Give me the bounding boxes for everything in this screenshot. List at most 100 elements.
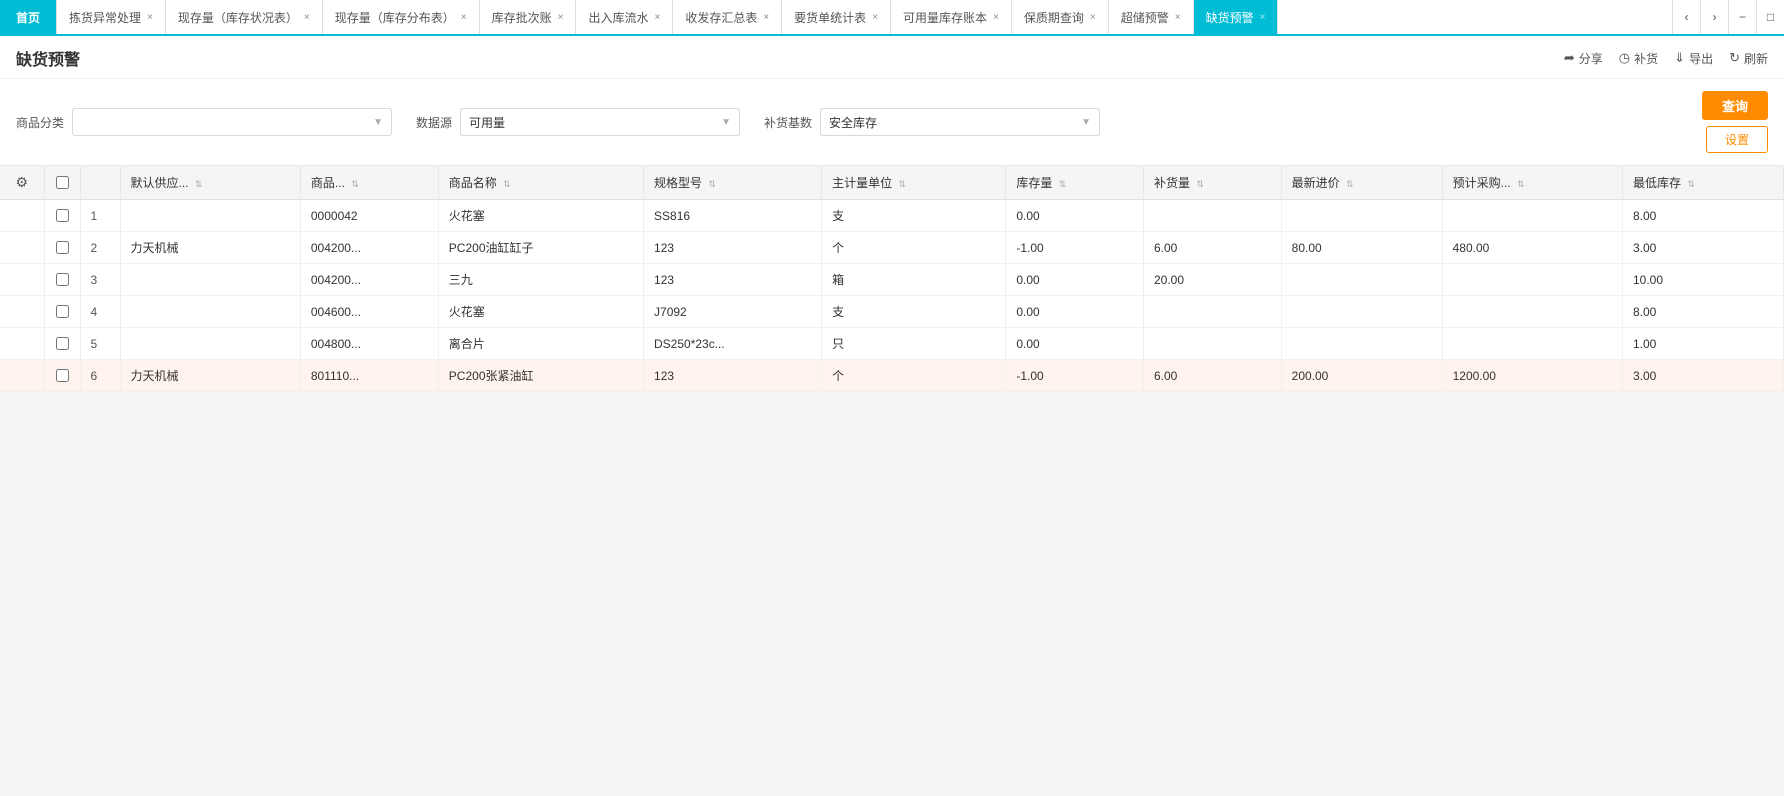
sort-icon-spec: ⇅: [708, 179, 716, 189]
share-icon: ➦: [1564, 50, 1575, 66]
cell-replenish-qty: [1143, 296, 1281, 328]
cell-product-name: PC200张紧油缸: [438, 360, 643, 392]
tab-close-available-ledger[interactable]: ×: [993, 12, 999, 23]
tab-close-shortage-warn[interactable]: ×: [1260, 12, 1266, 23]
tab-close-receipt-summary[interactable]: ×: [763, 12, 769, 23]
tab-expiry-query[interactable]: 保质期查询 ×: [1012, 0, 1109, 34]
tab-close-demand-stat[interactable]: ×: [872, 12, 878, 23]
setting-button[interactable]: 设置: [1706, 126, 1768, 153]
col-replenish-qty[interactable]: 补货量 ⇅: [1143, 166, 1281, 200]
table-row[interactable]: 1 0000042 火花塞 SS816 支 0.00 8.00: [0, 200, 1784, 232]
cell-spec: 123: [644, 232, 822, 264]
query-button[interactable]: 查询: [1702, 91, 1768, 120]
tab-shortage-warn[interactable]: 缺货预警 ×: [1194, 0, 1279, 34]
category-select[interactable]: ▼: [72, 108, 392, 136]
datasource-filter-group: 数据源 可用量 ▼: [416, 108, 740, 136]
row-checkbox-5[interactable]: [56, 369, 69, 382]
category-filter-group: 商品分类 ▼: [16, 108, 392, 136]
share-btn[interactable]: ➦ 分享: [1564, 50, 1603, 67]
replenish-btn[interactable]: ◷ 补货: [1619, 50, 1658, 67]
tab-close-batch-account[interactable]: ×: [558, 12, 564, 23]
tab-scroll-right-btn[interactable]: ›: [1700, 0, 1728, 35]
tab-pick-anomaly[interactable]: 拣货异常处理 ×: [57, 0, 166, 34]
page-title: 缺货预警: [16, 46, 80, 70]
col-checkbox[interactable]: [44, 166, 80, 200]
cell-stock-qty: 0.00: [1006, 296, 1144, 328]
table-row[interactable]: 5 004800... 离合片 DS250*23c... 只 0.00 1.00: [0, 328, 1784, 360]
col-min-stock[interactable]: 最低库存 ⇅: [1622, 166, 1783, 200]
col-latest-price[interactable]: 最新进价 ⇅: [1281, 166, 1442, 200]
table-row[interactable]: 4 004600... 火花塞 J7092 支 0.00 8.00: [0, 296, 1784, 328]
col-spec[interactable]: 规格型号 ⇅: [644, 166, 822, 200]
cell-checkbox[interactable]: [44, 328, 80, 360]
cell-checkbox[interactable]: [44, 200, 80, 232]
tab-inventory-dist[interactable]: 现存量（库存分布表） ×: [323, 0, 480, 34]
sort-icon-supplier: ⇅: [195, 179, 203, 189]
tab-close-inout-flow[interactable]: ×: [654, 12, 660, 23]
tab-batch-account[interactable]: 库存批次账 ×: [480, 0, 577, 34]
cell-checkbox[interactable]: [44, 232, 80, 264]
col-product-code[interactable]: 商品... ⇅: [300, 166, 438, 200]
cell-est-purchase: [1442, 200, 1622, 232]
table-row[interactable]: 6 力天机械 801110... PC200张紧油缸 123 个 -1.00 6…: [0, 360, 1784, 392]
tab-overstock-warn[interactable]: 超储预警 ×: [1109, 0, 1194, 34]
row-checkbox-3[interactable]: [56, 305, 69, 318]
cell-min-stock: 3.00: [1622, 360, 1783, 392]
refresh-btn[interactable]: ↻ 刷新: [1729, 50, 1768, 67]
cell-product-name: PC200油缸缸子: [438, 232, 643, 264]
export-btn[interactable]: ⇓ 导出: [1674, 50, 1713, 67]
col-stock-qty[interactable]: 库存量 ⇅: [1006, 166, 1144, 200]
tab-minimize-btn[interactable]: −: [1728, 0, 1756, 35]
tab-close-inventory-dist[interactable]: ×: [461, 12, 467, 23]
tab-inout-flow[interactable]: 出入库流水 ×: [576, 0, 673, 34]
cell-min-stock: 8.00: [1622, 200, 1783, 232]
tab-close-inventory-status[interactable]: ×: [304, 12, 310, 23]
col-unit[interactable]: 主计量单位 ⇅: [822, 166, 1006, 200]
shortage-warning-table: ⚙ 默认供应... ⇅ 商品... ⇅: [0, 166, 1784, 392]
tab-close-expiry-query[interactable]: ×: [1090, 12, 1096, 23]
col-product-name[interactable]: 商品名称 ⇅: [438, 166, 643, 200]
cell-product-name: 三九: [438, 264, 643, 296]
cell-unit: 只: [822, 328, 1006, 360]
cell-min-stock: 8.00: [1622, 296, 1783, 328]
tab-nav-controls: ‹ › − □: [1672, 0, 1784, 35]
cell-supplier: [120, 296, 300, 328]
tab-inventory-status[interactable]: 现存量（库存状况表） ×: [166, 0, 323, 34]
tab-close-pick-anomaly[interactable]: ×: [147, 12, 153, 23]
col-est-purchase[interactable]: 预计采购... ⇅: [1442, 166, 1622, 200]
select-all-checkbox[interactable]: [56, 176, 69, 189]
replenish-icon: ◷: [1619, 50, 1630, 66]
cell-checkbox[interactable]: [44, 360, 80, 392]
row-checkbox-1[interactable]: [56, 241, 69, 254]
tab-scroll-left-btn[interactable]: ‹: [1672, 0, 1700, 35]
cell-checkbox[interactable]: [44, 264, 80, 296]
col-settings[interactable]: ⚙: [0, 166, 44, 200]
datasource-select[interactable]: 可用量 ▼: [460, 108, 740, 136]
tab-close-overstock-warn[interactable]: ×: [1175, 12, 1181, 23]
tab-receipt-summary[interactable]: 收发存汇总表 ×: [673, 0, 782, 34]
cell-latest-price: [1281, 264, 1442, 296]
cell-settings: [0, 264, 44, 296]
settings-gear-icon[interactable]: ⚙: [10, 174, 34, 191]
tab-maximize-btn[interactable]: □: [1756, 0, 1784, 35]
table-container: ⚙ 默认供应... ⇅ 商品... ⇅: [0, 165, 1784, 392]
cell-supplier: [120, 328, 300, 360]
cell-stock-qty: 0.00: [1006, 328, 1144, 360]
row-checkbox-0[interactable]: [56, 209, 69, 222]
cell-checkbox[interactable]: [44, 296, 80, 328]
cell-settings: [0, 296, 44, 328]
tab-home[interactable]: 首页: [0, 0, 57, 34]
table-row[interactable]: 3 004200... 三九 123 箱 0.00 20.00 10.00: [0, 264, 1784, 296]
table-row[interactable]: 2 力天机械 004200... PC200油缸缸子 123 个 -1.00 6…: [0, 232, 1784, 264]
tab-demand-stat[interactable]: 要货单统计表 ×: [782, 0, 891, 34]
row-checkbox-4[interactable]: [56, 337, 69, 350]
tab-available-ledger[interactable]: 可用量库存账本 ×: [891, 0, 1012, 34]
cell-product-code: 004800...: [300, 328, 438, 360]
sort-icon-replenish-qty: ⇅: [1196, 179, 1204, 189]
replenish-basis-select[interactable]: 安全库存 ▼: [820, 108, 1100, 136]
row-checkbox-2[interactable]: [56, 273, 69, 286]
replenish-basis-chevron-down-icon: ▼: [1081, 117, 1091, 128]
col-default-supplier[interactable]: 默认供应... ⇅: [120, 166, 300, 200]
cell-product-code: 004600...: [300, 296, 438, 328]
cell-spec: 123: [644, 360, 822, 392]
